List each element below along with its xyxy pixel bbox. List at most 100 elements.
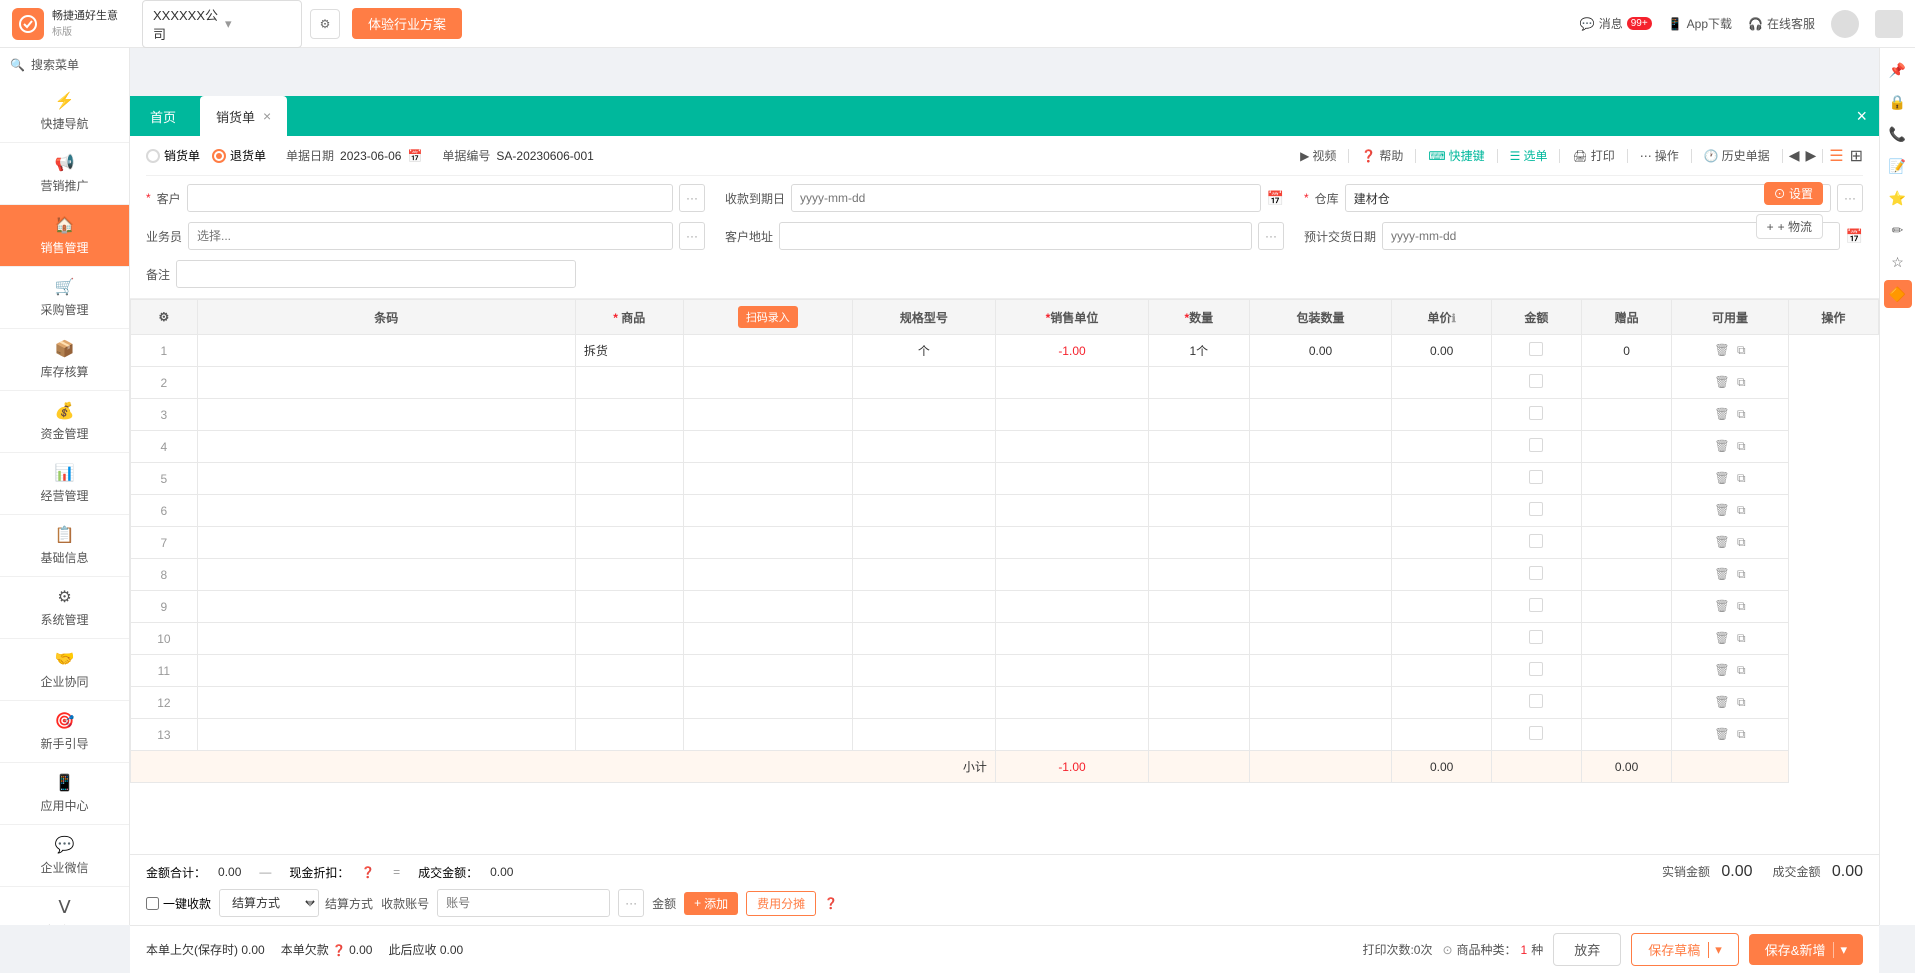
row-product-5[interactable]: [575, 463, 683, 495]
row-gift-9[interactable]: [1491, 591, 1581, 623]
copy-row-icon-3[interactable]: ⧉: [1737, 407, 1746, 421]
row-unit-price-1[interactable]: 0.00: [1249, 335, 1392, 367]
customer-ellipsis-btn[interactable]: ···: [679, 184, 705, 212]
customer-input[interactable]: [187, 184, 673, 212]
row-product-13[interactable]: [575, 719, 683, 751]
row-quantity-3[interactable]: [995, 399, 1148, 431]
sidebar-item-app-center[interactable]: 📱 应用中心: [0, 763, 129, 825]
sidebar-item-marketing[interactable]: 📢 营销推广: [0, 143, 129, 205]
help-btn[interactable]: ❓ 帮助: [1355, 144, 1409, 167]
row-barcode-11[interactable]: [197, 655, 575, 687]
copy-row-icon-4[interactable]: ⧉: [1737, 439, 1746, 453]
delete-row-icon-12[interactable]: 🗑: [1714, 695, 1729, 709]
row-unit-price-6[interactable]: [1249, 495, 1392, 527]
history-btn[interactable]: 🕐 历史单据: [1698, 144, 1776, 167]
tab-close-btn[interactable]: ×: [1856, 106, 1867, 127]
row-unit-price-12[interactable]: [1249, 687, 1392, 719]
copy-row-icon-13[interactable]: ⧉: [1737, 727, 1746, 741]
copy-row-icon-6[interactable]: ⧉: [1737, 503, 1746, 517]
calendar-icon[interactable]: 📅: [407, 149, 422, 163]
row-unit-price-3[interactable]: [1249, 399, 1392, 431]
copy-row-icon-7[interactable]: ⧉: [1737, 535, 1746, 549]
row-spec-2[interactable]: [683, 367, 852, 399]
unit-price-info-icon[interactable]: ℹ: [1452, 313, 1456, 325]
note-input[interactable]: [176, 260, 576, 288]
calendar-due-icon[interactable]: 📅: [1267, 190, 1284, 207]
row-product-7[interactable]: [575, 527, 683, 559]
row-unit-price-11[interactable]: [1249, 655, 1392, 687]
right-sidebar-btn-7[interactable]: ☆: [1884, 248, 1912, 276]
row-gift-10[interactable]: [1491, 623, 1581, 655]
online-service-btn[interactable]: 🎧 在线客服: [1748, 15, 1815, 32]
trial-btn[interactable]: 体验行业方案: [352, 8, 462, 39]
right-sidebar-btn-6[interactable]: ✏: [1884, 216, 1912, 244]
tab-home[interactable]: 首页: [130, 96, 196, 136]
sidebar-item-finance[interactable]: 💰 资金管理: [0, 391, 129, 453]
delete-row-icon-2[interactable]: 🗑: [1714, 375, 1729, 389]
row-gift-8[interactable]: [1491, 559, 1581, 591]
right-sidebar-btn-4[interactable]: 📝: [1884, 152, 1912, 180]
scan-btn[interactable]: 扫码录入: [738, 306, 798, 328]
row-spec-1[interactable]: [683, 335, 852, 367]
address-ellipsis-btn[interactable]: ···: [1258, 222, 1284, 250]
user-avatar[interactable]: [1831, 10, 1859, 38]
row-product-8[interactable]: [575, 559, 683, 591]
row-barcode-1[interactable]: [197, 335, 575, 367]
payment-method-select[interactable]: 结算方式: [219, 889, 319, 917]
copy-row-icon-5[interactable]: ⧉: [1737, 471, 1746, 485]
user-menu-icon[interactable]: [1875, 10, 1903, 38]
sidebar-item-member[interactable]: Ⅴ 畅会员: [0, 887, 129, 925]
row-quantity-5[interactable]: [995, 463, 1148, 495]
right-sidebar-btn-3[interactable]: 📞: [1884, 120, 1912, 148]
row-gift-6[interactable]: [1491, 495, 1581, 527]
row-barcode-8[interactable]: [197, 559, 575, 591]
row-barcode-13[interactable]: [197, 719, 575, 751]
row-barcode-6[interactable]: [197, 495, 575, 527]
row-barcode-7[interactable]: [197, 527, 575, 559]
row-barcode-10[interactable]: [197, 623, 575, 655]
row-quantity-1[interactable]: -1.00: [995, 335, 1148, 367]
sidebar-item-inventory[interactable]: 📦 库存核算: [0, 329, 129, 391]
row-spec-6[interactable]: [683, 495, 852, 527]
delete-row-icon-11[interactable]: 🗑: [1714, 663, 1729, 677]
delete-row-icon-3[interactable]: 🗑: [1714, 407, 1729, 421]
row-spec-8[interactable]: [683, 559, 852, 591]
row-spec-3[interactable]: [683, 399, 852, 431]
prev-record-icon[interactable]: ◀: [1789, 147, 1800, 164]
th-scan[interactable]: 扫码录入: [683, 300, 852, 335]
save-draft-chevron[interactable]: ▾: [1708, 942, 1722, 958]
settings-icon-btn[interactable]: ⚙: [310, 9, 340, 39]
row-unit-price-4[interactable]: [1249, 431, 1392, 463]
next-record-icon[interactable]: ▶: [1805, 147, 1816, 164]
one-click-checkbox[interactable]: [146, 897, 159, 910]
right-sidebar-btn-8[interactable]: 🔶: [1884, 280, 1912, 308]
right-sidebar-btn-1[interactable]: 📌: [1884, 56, 1912, 84]
row-product-11[interactable]: [575, 655, 683, 687]
expense-split-btn[interactable]: 费用分摊: [746, 891, 816, 916]
operation-btn[interactable]: ⋯ 操作: [1634, 144, 1685, 167]
row-unit-price-10[interactable]: [1249, 623, 1392, 655]
sidebar-item-system[interactable]: ⚙ 系统管理: [0, 577, 129, 639]
delete-row-icon-13[interactable]: 🗑: [1714, 727, 1729, 741]
row-spec-11[interactable]: [683, 655, 852, 687]
row-quantity-7[interactable]: [995, 527, 1148, 559]
row-quantity-9[interactable]: [995, 591, 1148, 623]
row-product-1[interactable]: 拆货: [575, 335, 683, 367]
payment-account-input[interactable]: [437, 889, 610, 917]
search-menu-item[interactable]: 🔍 搜索菜单: [0, 48, 129, 81]
row-quantity-13[interactable]: [995, 719, 1148, 751]
row-spec-9[interactable]: [683, 591, 852, 623]
row-quantity-12[interactable]: [995, 687, 1148, 719]
row-quantity-4[interactable]: [995, 431, 1148, 463]
copy-row-icon-11[interactable]: ⧉: [1737, 663, 1746, 677]
delete-row-icon-8[interactable]: 🗑: [1714, 567, 1729, 581]
row-product-10[interactable]: [575, 623, 683, 655]
list-view-icon[interactable]: ☰: [1829, 146, 1843, 166]
row-quantity-8[interactable]: [995, 559, 1148, 591]
copy-row-icon-1[interactable]: ⧉: [1737, 343, 1746, 357]
one-click-payment-checkbox[interactable]: 一键收款: [146, 895, 211, 912]
copy-row-icon-2[interactable]: ⧉: [1737, 375, 1746, 389]
row-gift-11[interactable]: [1491, 655, 1581, 687]
row-gift-3[interactable]: [1491, 399, 1581, 431]
delete-row-icon-6[interactable]: 🗑: [1714, 503, 1729, 517]
